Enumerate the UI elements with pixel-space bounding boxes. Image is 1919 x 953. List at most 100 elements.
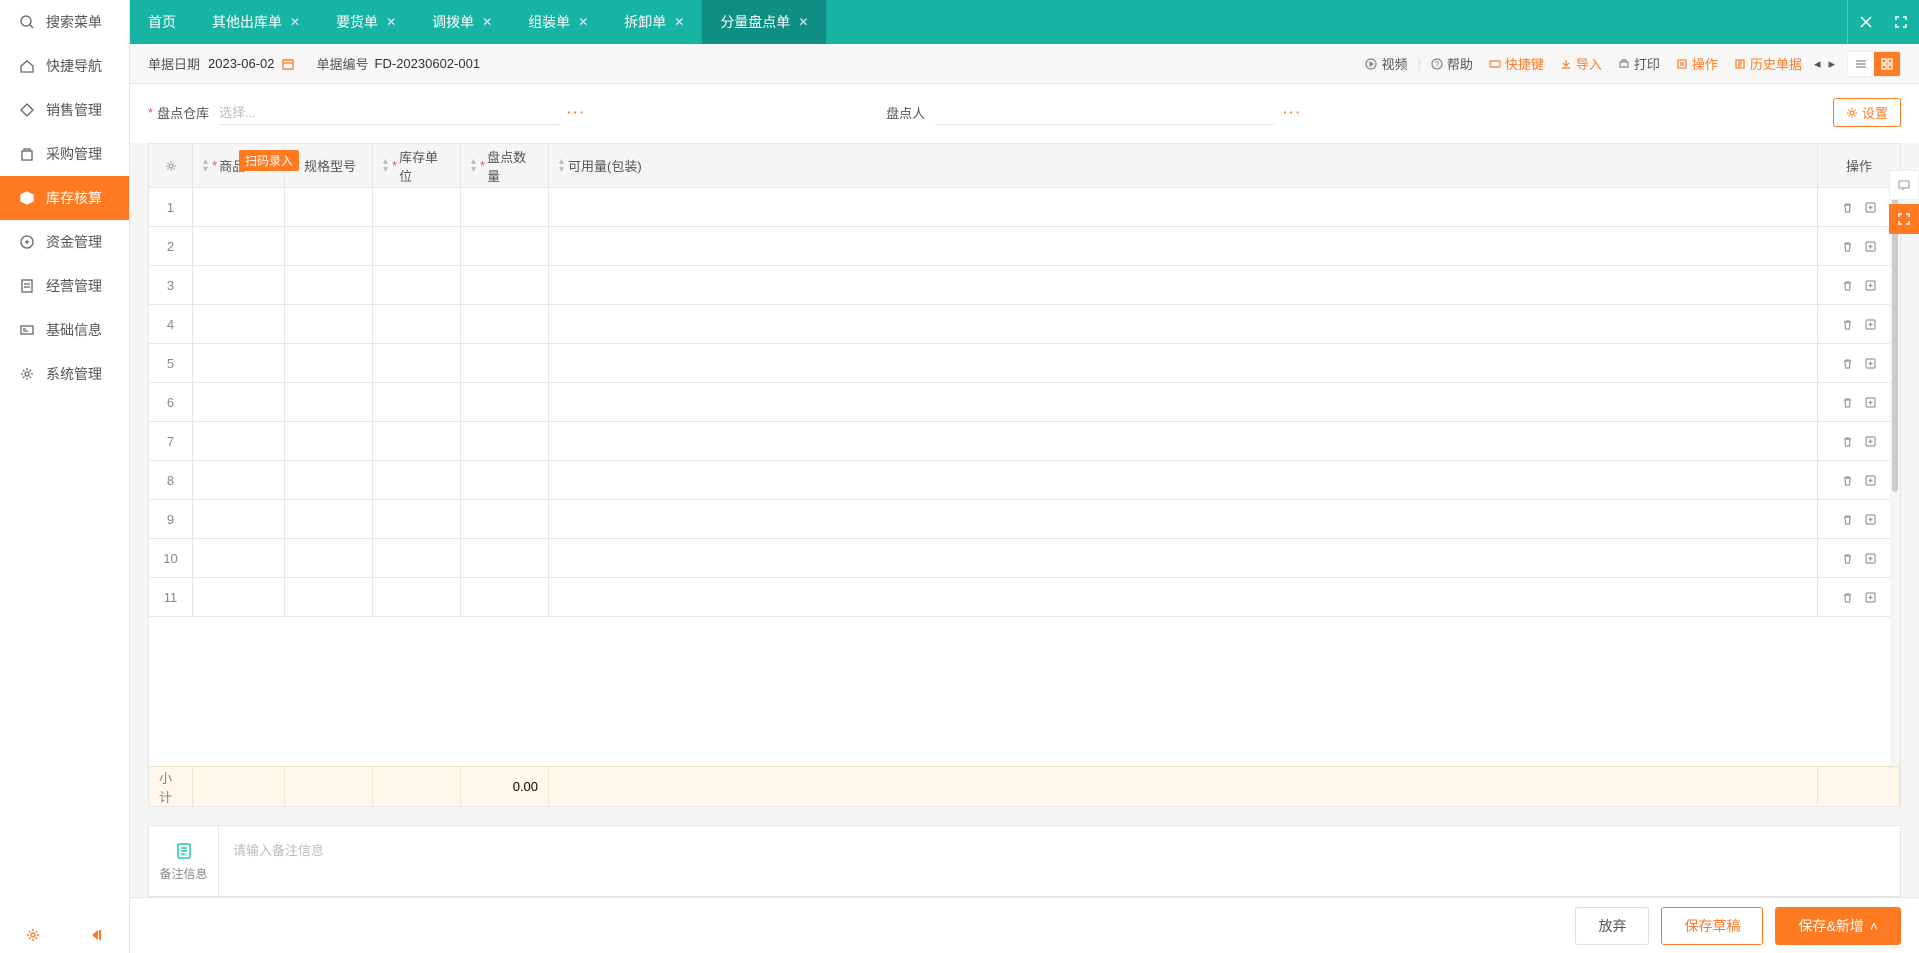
cell-qty[interactable] [461, 227, 549, 265]
cell-unit[interactable] [373, 344, 461, 382]
calendar-icon[interactable] [281, 57, 295, 71]
close-icon[interactable]: ✕ [798, 15, 808, 29]
hotkey-link[interactable]: 快捷键 [1483, 54, 1550, 73]
cell-available[interactable] [549, 344, 1818, 382]
cell-unit[interactable] [373, 422, 461, 460]
scrollbar[interactable] [1890, 188, 1900, 766]
table-row[interactable]: 5 [149, 344, 1900, 383]
cell-qty[interactable] [461, 188, 549, 226]
table-row[interactable]: 3 [149, 266, 1900, 305]
table-row[interactable]: 11 [149, 578, 1900, 617]
cell-spec[interactable] [285, 461, 373, 499]
cell-unit[interactable] [373, 539, 461, 577]
history-link[interactable]: 历史单据 [1728, 54, 1808, 73]
settings-icon[interactable] [25, 927, 41, 943]
scan-tag[interactable]: 扫码录入 [239, 150, 299, 171]
add-row-icon[interactable] [1864, 474, 1877, 487]
cell-available[interactable] [549, 539, 1818, 577]
cell-qty[interactable] [461, 422, 549, 460]
cell-spec[interactable] [285, 422, 373, 460]
delete-row-icon[interactable] [1841, 279, 1854, 292]
delete-row-icon[interactable] [1841, 357, 1854, 370]
cell-qty[interactable] [461, 578, 549, 616]
table-row[interactable]: 9 [149, 500, 1900, 539]
close-all-tabs-icon[interactable] [1847, 0, 1883, 44]
fullscreen-icon[interactable] [1883, 0, 1919, 44]
delete-row-icon[interactable] [1841, 591, 1854, 604]
add-row-icon[interactable] [1864, 435, 1877, 448]
table-row[interactable]: 4 [149, 305, 1900, 344]
warehouse-picker-icon[interactable]: ··· [567, 105, 586, 120]
sort-icon[interactable]: ▴▾ [559, 158, 564, 174]
operate-link[interactable]: 操作 [1670, 54, 1724, 73]
prev-doc-icon[interactable]: ◂ [1812, 56, 1823, 72]
cell-qty[interactable] [461, 539, 549, 577]
cell-spec[interactable] [285, 344, 373, 382]
cell-qty[interactable] [461, 266, 549, 304]
person-picker-icon[interactable]: ··· [1283, 105, 1302, 120]
cell-spec[interactable] [285, 227, 373, 265]
tab-partial-inventory[interactable]: 分量盘点单✕ [702, 0, 826, 44]
table-row[interactable]: 8 [149, 461, 1900, 500]
tab-home[interactable]: 首页 [130, 0, 194, 44]
cell-product[interactable] [193, 383, 285, 421]
cell-spec[interactable] [285, 188, 373, 226]
cell-qty[interactable] [461, 383, 549, 421]
discard-button[interactable]: 放弃 [1575, 907, 1649, 945]
tab-assembly[interactable]: 组装单✕ [510, 0, 606, 44]
sidebar-item-basicinfo[interactable]: 基础信息 [0, 308, 129, 352]
sort-icon[interactable]: ▴▾ [471, 158, 476, 174]
expand-icon[interactable] [1889, 204, 1919, 234]
sidebar-item-system[interactable]: 系统管理 [0, 352, 129, 396]
cell-spec[interactable] [285, 305, 373, 343]
add-row-icon[interactable] [1864, 357, 1877, 370]
sidebar-item-inventory[interactable]: 库存核算 [0, 176, 129, 220]
table-row[interactable]: 1 [149, 188, 1900, 227]
video-link[interactable]: 视频 [1359, 54, 1413, 73]
sort-icon[interactable]: ▴▾ [383, 158, 388, 174]
settings-button[interactable]: 设置 [1833, 98, 1901, 127]
sidebar-item-sales[interactable]: 销售管理 [0, 88, 129, 132]
delete-row-icon[interactable] [1841, 435, 1854, 448]
cell-unit[interactable] [373, 578, 461, 616]
cell-available[interactable] [549, 305, 1818, 343]
person-input[interactable] [935, 101, 1275, 125]
table-row[interactable]: 7 [149, 422, 1900, 461]
cell-unit[interactable] [373, 461, 461, 499]
cell-available[interactable] [549, 188, 1818, 226]
add-row-icon[interactable] [1864, 552, 1877, 565]
cell-available[interactable] [549, 422, 1818, 460]
tab-other-outbound[interactable]: 其他出库单✕ [194, 0, 318, 44]
sidebar-item-quicknav[interactable]: 快捷导航 [0, 44, 129, 88]
sidebar-item-funds[interactable]: 资金管理 [0, 220, 129, 264]
cell-product[interactable] [193, 539, 285, 577]
cell-spec[interactable] [285, 578, 373, 616]
delete-row-icon[interactable] [1841, 513, 1854, 526]
cell-qty[interactable] [461, 344, 549, 382]
warehouse-input[interactable] [219, 101, 559, 125]
cell-product[interactable] [193, 344, 285, 382]
cell-product[interactable] [193, 461, 285, 499]
delete-row-icon[interactable] [1841, 240, 1854, 253]
feedback-icon[interactable] [1889, 170, 1919, 200]
cell-unit[interactable] [373, 227, 461, 265]
delete-row-icon[interactable] [1841, 552, 1854, 565]
remarks-input[interactable] [219, 826, 1900, 896]
cell-available[interactable] [549, 227, 1818, 265]
cell-qty[interactable] [461, 305, 549, 343]
cell-unit[interactable] [373, 305, 461, 343]
cell-qty[interactable] [461, 461, 549, 499]
cell-product[interactable] [193, 578, 285, 616]
cell-available[interactable] [549, 461, 1818, 499]
cell-spec[interactable] [285, 500, 373, 538]
add-row-icon[interactable] [1864, 513, 1877, 526]
cell-product[interactable] [193, 188, 285, 226]
tab-disassembly[interactable]: 拆卸单✕ [606, 0, 702, 44]
add-row-icon[interactable] [1864, 396, 1877, 409]
add-row-icon[interactable] [1864, 201, 1877, 214]
cell-unit[interactable] [373, 266, 461, 304]
delete-row-icon[interactable] [1841, 318, 1854, 331]
cell-spec[interactable] [285, 266, 373, 304]
add-row-icon[interactable] [1864, 591, 1877, 604]
cell-unit[interactable] [373, 383, 461, 421]
